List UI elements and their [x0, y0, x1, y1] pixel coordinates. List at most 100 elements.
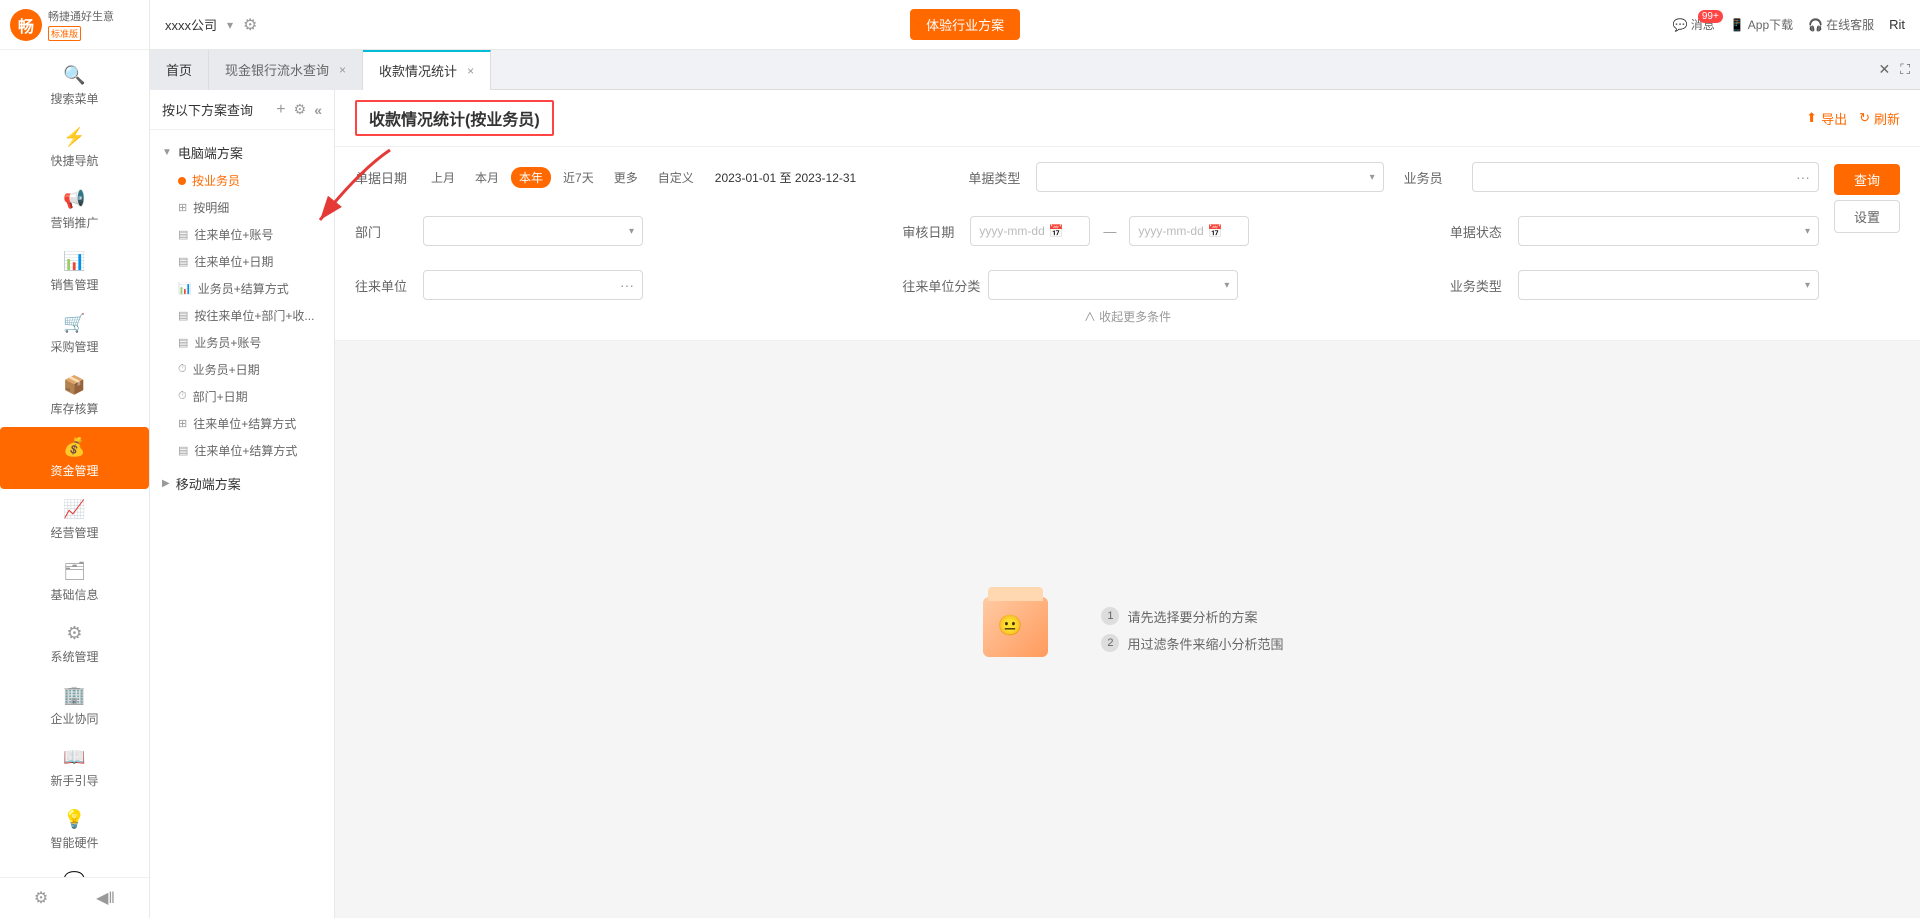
date-tab-more[interactable]: 更多 — [606, 167, 646, 188]
tree-item-by-salesperson[interactable]: 按业务员 — [150, 167, 334, 194]
user-name-item[interactable]: Rit — [1889, 17, 1905, 32]
sidebar-item-search[interactable]: 🔍 搜索菜单 — [0, 55, 149, 117]
sidebar-item-finance[interactable]: 💰 资金管理 — [0, 427, 149, 489]
sidebar-item-purchase[interactable]: 🛒 采购管理 — [0, 303, 149, 365]
footer-settings-icon[interactable]: ⚙ — [34, 888, 48, 908]
date-tab-7days[interactable]: 近7天 — [555, 167, 602, 188]
date-tab-last-month[interactable]: 上月 — [423, 167, 463, 188]
tree-item-unit-account[interactable]: ▤ 往来单位+账号 — [150, 221, 334, 248]
purchase-icon: 🛒 — [63, 313, 85, 334]
tab-bank[interactable]: 现金银行流水查询 × — [209, 50, 363, 90]
filter-review-date-item: 审核日期 yyyy-mm-dd 📅 — yyyy-mm-dd 📅 — [902, 216, 1429, 246]
tree-item-icon: ▤ — [178, 444, 188, 457]
tree-item-by-detail[interactable]: ⊞ 按明细 — [150, 194, 334, 221]
tree-item-dept-date[interactable]: ⏱ 部门+日期 — [150, 383, 334, 410]
filter-voucher-status-select[interactable]: ▾ — [1518, 216, 1819, 246]
chevron-down-icon[interactable]: ▾ — [227, 18, 233, 32]
filter-review-date-label: 审核日期 — [902, 222, 962, 241]
filter-voucher-type-select[interactable]: ▾ — [1036, 162, 1383, 192]
export-button[interactable]: ⬆ 导出 — [1806, 109, 1847, 128]
tree-item-label: 按往来单位+部门+收... — [194, 307, 314, 324]
logo-icon: 畅 — [10, 9, 42, 41]
filter-partner-category-select[interactable]: ▾ — [988, 270, 1238, 300]
refresh-button[interactable]: ↻ 刷新 — [1859, 109, 1900, 128]
logo-area: 畅 畅捷通好生意 标准版 — [0, 0, 149, 50]
tree-item-salesperson-date[interactable]: ⏱ 业务员+日期 — [150, 356, 334, 383]
empty-illustration: 😐 — [971, 585, 1061, 675]
review-date-end-placeholder: yyyy-mm-dd — [1138, 224, 1203, 238]
tree-arrow-right-icon: ▶ — [162, 478, 170, 489]
tab-close-all-icon[interactable]: ✕ — [1878, 61, 1890, 78]
gear-settings-icon[interactable]: ⚙ — [243, 15, 257, 35]
sidebar-item-wechat[interactable]: 💬 企业微信 — [0, 861, 149, 877]
sidebar-item-quicknav[interactable]: ⚡ 快捷导航 — [0, 117, 149, 179]
messages-badge: 99+ — [1698, 10, 1723, 23]
settings-scheme-icon[interactable]: ⚙ — [294, 101, 307, 118]
tree-item-unit-date[interactable]: ▤ 往来单位+日期 — [150, 248, 334, 275]
review-date-end-input[interactable]: yyyy-mm-dd 📅 — [1129, 216, 1249, 246]
system-icon: ⚙ — [66, 623, 82, 644]
tree-item-unit-dept-collect[interactable]: ▤ 按往来单位+部门+收... — [150, 302, 334, 329]
inventory-icon: 📦 — [63, 375, 85, 396]
online-service-item[interactable]: 🎧 在线客服 — [1808, 16, 1874, 33]
add-scheme-icon[interactable]: + — [276, 101, 285, 119]
filter-salesperson-select[interactable]: ··· — [1472, 162, 1819, 192]
partner-more-icon[interactable]: ··· — [620, 277, 634, 293]
date-tab-this-month[interactable]: 本月 — [467, 167, 507, 188]
review-date-start-input[interactable]: yyyy-mm-dd 📅 — [970, 216, 1090, 246]
tree-item-unit-payment2[interactable]: ▤ 往来单位+结算方式 — [150, 437, 334, 464]
tab-home[interactable]: 首页 — [150, 50, 209, 90]
sidebar-item-guide[interactable]: 📖 新手引导 — [0, 737, 149, 799]
filter-dept-select[interactable]: ▾ — [423, 216, 643, 246]
tree-group-desktop-label: 电脑端方案 — [178, 143, 243, 162]
sidebar-item-system[interactable]: ⚙ 系统管理 — [0, 613, 149, 675]
footer-collapse-icon[interactable]: ◀‖ — [96, 888, 115, 908]
salesperson-more-icon[interactable]: ··· — [1796, 169, 1810, 185]
filter-row-2: 部门 ▾ 审核日期 yyyy-mm-dd — [355, 216, 1819, 246]
empty-hint-2: 2 用过滤条件来缩小分析范围 — [1101, 634, 1283, 653]
marketing-icon: 📢 — [63, 189, 85, 210]
messages-item[interactable]: 💬 消息 99+ — [1673, 16, 1715, 33]
tree-group-mobile[interactable]: ▶ 移动端方案 — [150, 469, 334, 498]
tree-item-salesperson-account[interactable]: ▤ 业务员+账号 — [150, 329, 334, 356]
empty-hints: 1 请先选择要分析的方案 2 用过滤条件来缩小分析范围 — [1101, 607, 1283, 653]
date-tab-this-year[interactable]: 本年 — [511, 167, 551, 188]
tab-fullscreen-icon[interactable]: ⛶ — [1900, 61, 1910, 78]
query-button[interactable]: 查询 — [1834, 164, 1900, 195]
quicknav-icon: ⚡ — [63, 127, 85, 148]
tab-bank-close[interactable]: × — [339, 63, 346, 77]
top-bar-actions: 体验行业方案 — [910, 9, 1020, 40]
tree-group-desktop[interactable]: ▼ 电脑端方案 — [150, 138, 334, 167]
hint-1-text: 请先选择要分析的方案 — [1127, 607, 1257, 626]
filter-biz-type-select[interactable]: ▾ — [1518, 270, 1819, 300]
tabs-bar: 首页 现金银行流水查询 × 收款情况统计 × ✕ ⛶ — [150, 50, 1920, 90]
sidebar-footer: ⚙ ◀‖ — [0, 877, 149, 918]
tree-item-unit-payment1[interactable]: ⊞ 往来单位+结算方式 — [150, 410, 334, 437]
tree-item-label: 往来单位+账号 — [194, 226, 273, 243]
tab-receipt-close[interactable]: × — [467, 64, 474, 78]
sidebar-item-basic[interactable]: 🗂 基础信息 — [0, 551, 149, 613]
sidebar-item-hardware[interactable]: 💡 智能硬件 — [0, 799, 149, 861]
filter-voucher-type-label: 单据类型 — [968, 168, 1028, 187]
search-icon: 🔍 — [63, 65, 85, 86]
collapse-filter-btn[interactable]: ∧ 收起更多条件 — [355, 308, 1900, 325]
active-dot-icon — [178, 177, 186, 185]
filter-partner-select[interactable]: ··· — [423, 270, 643, 300]
tree-item-icon: ▤ — [178, 228, 188, 241]
try-industry-button[interactable]: 体验行业方案 — [910, 9, 1020, 40]
sidebar-item-corp[interactable]: 🏢 企业协同 — [0, 675, 149, 737]
hardware-icon: 💡 — [63, 809, 85, 830]
tree-item-label: 往来单位+日期 — [194, 253, 273, 270]
sidebar-item-ops[interactable]: 📈 经营管理 — [0, 489, 149, 551]
date-tab-custom[interactable]: 自定义 — [650, 167, 702, 188]
top-bar: xxxx公司 ▾ ⚙ 体验行业方案 💬 消息 99+ 📱 App下载 🎧 — [150, 0, 1920, 50]
collapse-panel-icon[interactable]: « — [314, 102, 322, 118]
tree-item-salesperson-payment[interactable]: 📊 业务员+结算方式 — [150, 275, 334, 302]
tree-item-label: 往来单位+结算方式 — [193, 415, 296, 432]
sidebar-item-inventory[interactable]: 📦 库存核算 — [0, 365, 149, 427]
sidebar-item-sales[interactable]: 📊 销售管理 — [0, 241, 149, 303]
settings-button[interactable]: 设置 — [1834, 200, 1900, 233]
sidebar-item-marketing[interactable]: 📢 营销推广 — [0, 179, 149, 241]
tab-receipt[interactable]: 收款情况统计 × — [363, 50, 491, 90]
app-download-item[interactable]: 📱 App下载 — [1730, 16, 1793, 33]
